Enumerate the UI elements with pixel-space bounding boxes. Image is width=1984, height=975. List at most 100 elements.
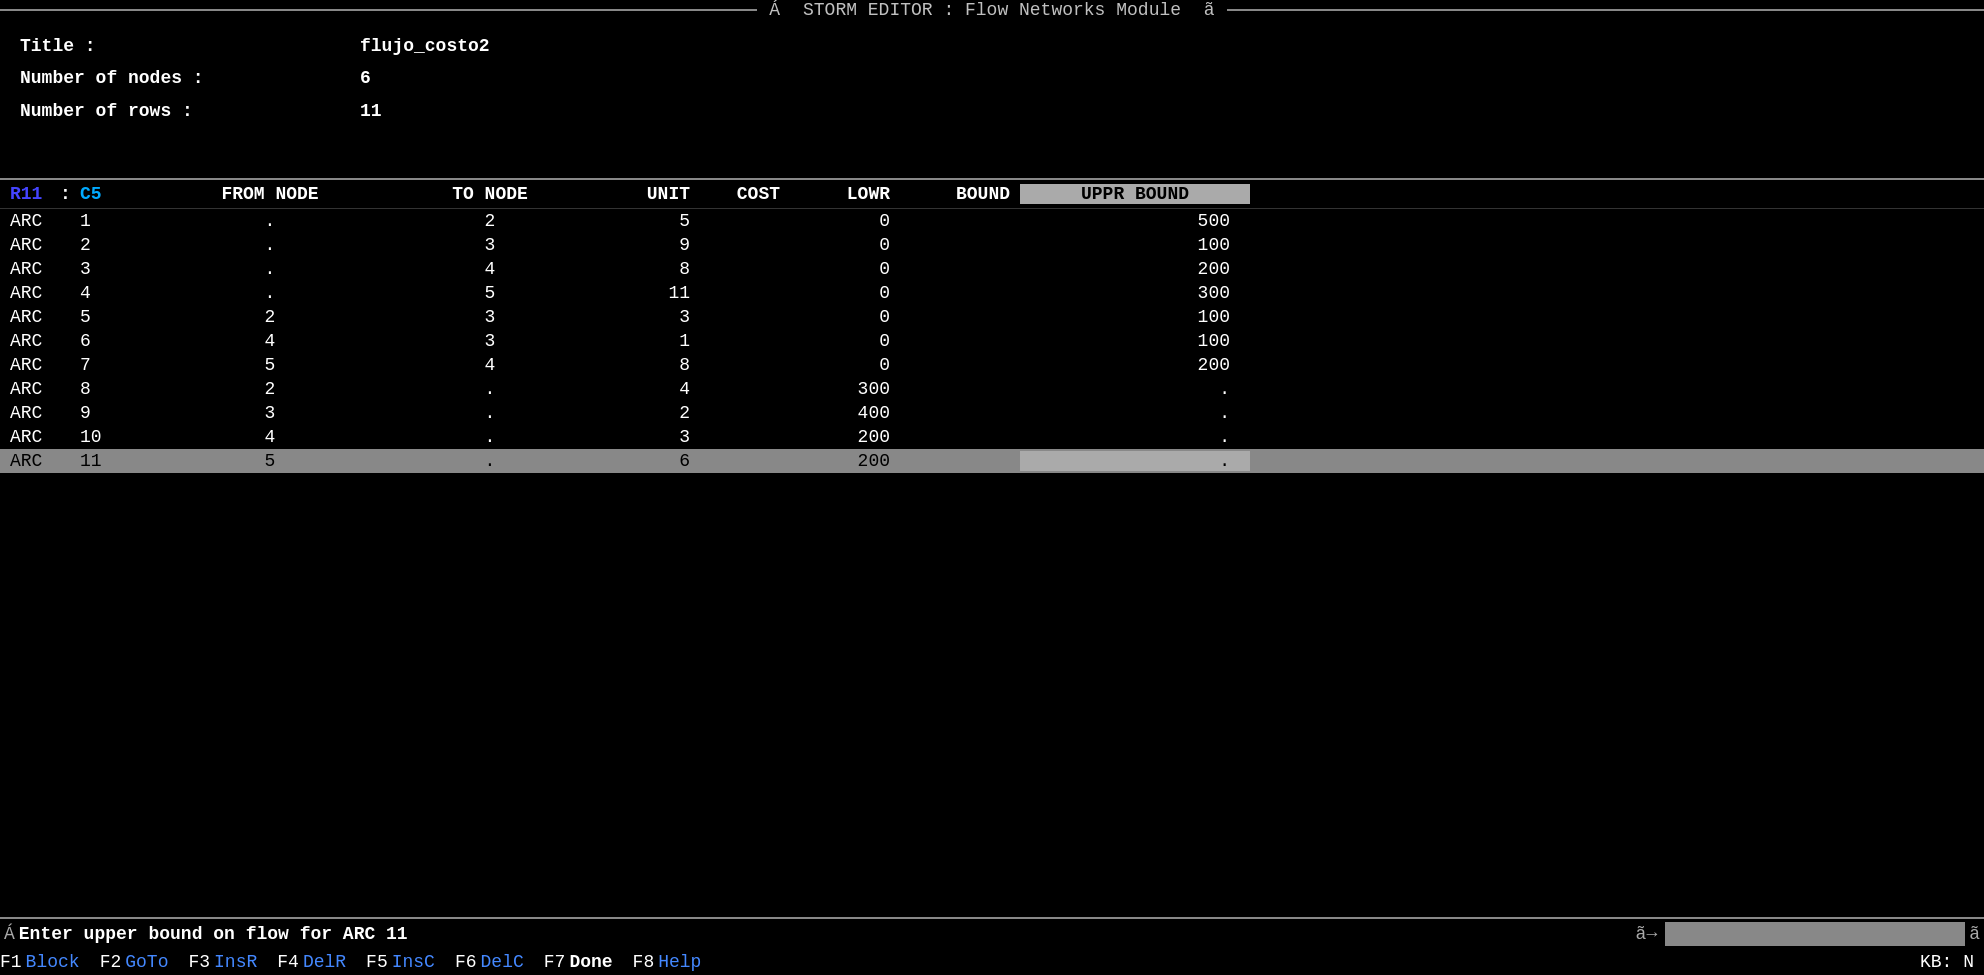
row-arc: ARC	[10, 451, 80, 471]
row-arc: ARC	[10, 331, 80, 351]
row-arc: ARC	[10, 427, 80, 447]
row-from: .	[160, 235, 380, 255]
row-uppr: 100	[1020, 331, 1250, 351]
row-unit-cost: 5	[600, 211, 700, 231]
status-line: Á Enter upper bound on flow for ARC 11 ã…	[0, 919, 1984, 949]
row-lowr: 0	[800, 355, 900, 375]
row-uppr: 500	[1020, 211, 1250, 231]
title-text: STORM EDITOR : Flow Networks Module	[786, 0, 1198, 20]
row-unit-cost: 3	[600, 427, 700, 447]
header-uppr-bound: UPPR BOUND	[1020, 184, 1250, 204]
f7-label[interactable]: Done	[569, 952, 612, 972]
table-row[interactable]: ARC 9 3 . 2 400 .	[0, 401, 1984, 425]
row-to: .	[380, 379, 600, 399]
row-uppr: 200	[1020, 259, 1250, 279]
f4-label[interactable]: DelR	[303, 952, 346, 972]
row-uppr: 100	[1020, 235, 1250, 255]
row-arc: ARC	[10, 235, 80, 255]
row-arc: ARC	[10, 307, 80, 327]
header-unit: UNIT	[600, 184, 700, 204]
row-to: 2	[380, 211, 600, 231]
table-row[interactable]: ARC 11 5 . 6 200 .	[0, 449, 1984, 473]
f4-key: F4	[277, 952, 299, 972]
row-from: 4	[160, 427, 380, 447]
status-end: ã	[1965, 924, 1984, 944]
header-to-node: TO NODE	[380, 184, 600, 204]
header-bound: BOUND	[900, 184, 1020, 204]
title-line: Title : flujo_costo2	[20, 30, 1964, 62]
title-value: flujo_costo2	[360, 36, 490, 56]
f6-key: F6	[455, 952, 477, 972]
table-header: R11 : C5 FROM NODE TO NODE UNIT COST LOW…	[0, 180, 1984, 209]
table-row[interactable]: ARC 8 2 . 4 300 .	[0, 377, 1984, 401]
row-from: .	[160, 283, 380, 303]
row-uppr: .	[1020, 427, 1250, 447]
header-cost: COST	[700, 184, 800, 204]
title-bar: Á STORM EDITOR : Flow Networks Module ã	[0, 0, 1984, 20]
rows-value: 11	[360, 101, 382, 121]
f2-label[interactable]: GoTo	[125, 952, 168, 972]
row-unit-cost: 6	[600, 451, 700, 471]
table-row[interactable]: ARC 7 5 4 8 0 200	[0, 353, 1984, 377]
nodes-label: Number of nodes :	[20, 62, 360, 94]
row-uppr: .	[1020, 403, 1250, 423]
status-arrow: ã→	[1628, 924, 1666, 944]
row-lowr: 0	[800, 283, 900, 303]
f3-label[interactable]: InsR	[214, 952, 257, 972]
row-from: 2	[160, 379, 380, 399]
f3-key: F3	[188, 952, 210, 972]
row-uppr: 200	[1020, 355, 1250, 375]
row-from: 2	[160, 307, 380, 327]
row-from: 5	[160, 355, 380, 375]
row-unit-cost: 1	[600, 331, 700, 351]
table-row[interactable]: ARC 4 . 5 11 0 300	[0, 281, 1984, 305]
table-row[interactable]: ARC 10 4 . 3 200 .	[0, 425, 1984, 449]
row-to: .	[380, 403, 600, 423]
editor-section: R11 : C5 FROM NODE TO NODE UNIT COST LOW…	[0, 180, 1984, 917]
table-row[interactable]: ARC 3 . 4 8 0 200	[0, 257, 1984, 281]
row-num: 9	[80, 403, 160, 423]
row-num: 10	[80, 427, 160, 447]
row-uppr: 100	[1020, 307, 1250, 327]
table-row[interactable]: ARC 5 2 3 3 0 100	[0, 305, 1984, 329]
row-from: 5	[160, 451, 380, 471]
status-input[interactable]	[1665, 922, 1965, 946]
row-from: .	[160, 211, 380, 231]
row-unit-cost: 8	[600, 355, 700, 375]
row-lowr: 0	[800, 259, 900, 279]
f1-label[interactable]: Block	[26, 952, 80, 972]
nodes-value: 6	[360, 68, 371, 88]
f6-label[interactable]: DelC	[481, 952, 524, 972]
row-unit-cost: 3	[600, 307, 700, 327]
rows-line: Number of rows :11	[20, 95, 1964, 127]
row-to: 3	[380, 235, 600, 255]
table-row[interactable]: ARC 6 4 3 1 0 100	[0, 329, 1984, 353]
row-to: .	[380, 427, 600, 447]
table-row[interactable]: ARC 2 . 3 9 0 100	[0, 233, 1984, 257]
title-right-corner: ã	[1198, 0, 1221, 20]
f8-label[interactable]: Help	[658, 952, 701, 972]
row-lowr: 200	[800, 427, 900, 447]
row-to: 4	[380, 355, 600, 375]
row-arc: ARC	[10, 403, 80, 423]
row-lowr: 0	[800, 307, 900, 327]
f7-key: F7	[544, 952, 566, 972]
header-c5: C5	[80, 184, 160, 204]
row-lowr: 400	[800, 403, 900, 423]
f2-key: F2	[100, 952, 122, 972]
row-lowr: 200	[800, 451, 900, 471]
row-from: .	[160, 259, 380, 279]
row-arc: ARC	[10, 259, 80, 279]
header-lowr: LOWR	[800, 184, 900, 204]
row-num: 6	[80, 331, 160, 351]
table-row[interactable]: ARC 1 . 2 5 0 500	[0, 209, 1984, 233]
row-arc: ARC	[10, 211, 80, 231]
header-from-node: FROM NODE	[160, 184, 380, 204]
f5-label[interactable]: InsC	[392, 952, 435, 972]
row-from: 3	[160, 403, 380, 423]
f8-key: F8	[633, 952, 655, 972]
function-bar: F1 Block F2 GoTo F3 InsR F4 DelR F5 InsC…	[0, 949, 1984, 975]
app: Á STORM EDITOR : Flow Networks Module ã …	[0, 0, 1984, 975]
status-left-corner: Á	[0, 924, 19, 944]
title-bar-text: Á STORM EDITOR : Flow Networks Module ã	[757, 0, 1226, 20]
